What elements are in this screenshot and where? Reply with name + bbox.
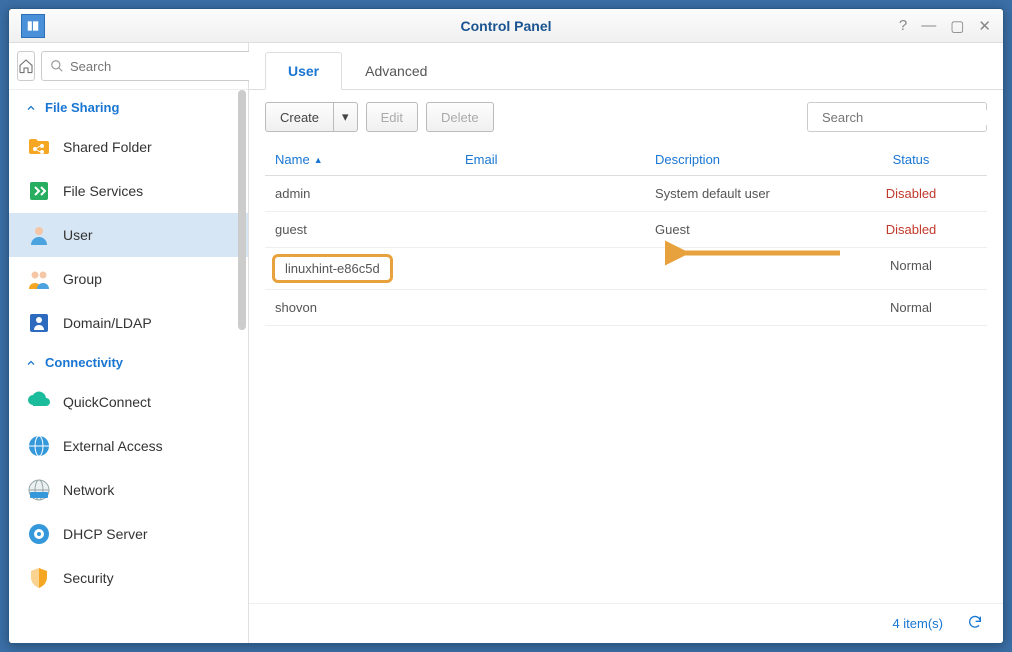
sidebar-item-shared-folder[interactable]: Shared Folder (9, 125, 248, 169)
sidebar-scrollbar[interactable] (238, 90, 246, 643)
sort-asc-icon: ▲ (314, 155, 323, 165)
table-body: adminSystem default userDisabledguestGue… (265, 176, 987, 326)
table-header: Name▲ Email Description Status (265, 144, 987, 176)
toolbar: Create ▾ Edit Delete (249, 90, 1003, 144)
sidebar-item-label: File Services (63, 183, 143, 199)
window-body: File Sharing Shared Folder File Services… (9, 43, 1003, 643)
tabs: User Advanced (249, 43, 1003, 90)
col-status[interactable]: Status (835, 144, 987, 175)
sidebar-toolbar (9, 43, 248, 90)
sidebar-search[interactable] (41, 51, 255, 81)
cell-email (455, 254, 645, 283)
network-icon (27, 478, 51, 502)
shield-icon (27, 566, 51, 590)
help-button[interactable]: ? (899, 17, 907, 35)
chevron-up-icon (25, 357, 37, 369)
user-icon (27, 223, 51, 247)
delete-button[interactable]: Delete (426, 102, 494, 132)
table-row[interactable]: guestGuestDisabled (265, 212, 987, 248)
table-search[interactable] (807, 102, 987, 132)
window-controls: ? — ▢ ✕ (899, 17, 991, 35)
section-file-sharing[interactable]: File Sharing (9, 90, 248, 125)
folder-share-icon (27, 135, 51, 159)
minimize-button[interactable]: — (921, 17, 936, 35)
sidebar-item-dhcp-server[interactable]: DHCP Server (9, 512, 248, 556)
refresh-button[interactable] (967, 614, 983, 633)
sidebar-item-label: Group (63, 271, 102, 287)
sidebar-item-label: Network (63, 482, 114, 498)
col-email[interactable]: Email (455, 144, 645, 175)
sidebar-item-label: Domain/LDAP (63, 315, 152, 331)
highlight-arrow (665, 238, 845, 268)
section-label: File Sharing (45, 100, 119, 115)
create-dropdown-caret[interactable]: ▾ (333, 103, 357, 131)
group-icon (27, 267, 51, 291)
item-count: 4 item(s) (892, 616, 943, 631)
cell-email (455, 218, 645, 241)
cell-name: admin (265, 182, 455, 205)
search-icon (50, 59, 64, 73)
tab-advanced[interactable]: Advanced (342, 52, 450, 90)
sidebar-item-label: QuickConnect (63, 394, 151, 410)
dhcp-server-icon (27, 522, 51, 546)
quickconnect-icon (27, 390, 51, 414)
sidebar-item-group[interactable]: Group (9, 257, 248, 301)
table-search-input[interactable] (822, 110, 998, 125)
table-row[interactable]: linuxhint-e86c5d Normal (265, 248, 987, 290)
close-button[interactable]: ✕ (978, 17, 991, 35)
cell-name: guest (265, 218, 455, 241)
col-description[interactable]: Description (645, 144, 835, 175)
domain-ldap-icon (27, 311, 51, 335)
maximize-button[interactable]: ▢ (950, 17, 964, 35)
user-table: Name▲ Email Description Status admin Syst… (249, 144, 1003, 603)
table-row[interactable]: admin System default userDisabled (265, 176, 987, 212)
sidebar-search-input[interactable] (70, 59, 246, 74)
sidebar-item-security[interactable]: Security (9, 556, 248, 600)
sidebar-item-user[interactable]: User (9, 213, 248, 257)
sidebar-item-network[interactable]: Network (9, 468, 248, 512)
col-name[interactable]: Name▲ (265, 144, 455, 175)
footer: 4 item(s) (249, 603, 1003, 643)
cell-status: Normal (835, 296, 987, 319)
cell-name: shovon (265, 296, 455, 319)
sidebar-item-external-access[interactable]: External Access (9, 424, 248, 468)
create-button-label: Create (266, 103, 333, 131)
external-access-icon (27, 434, 51, 458)
app-icon (21, 14, 45, 38)
create-button[interactable]: Create ▾ (265, 102, 358, 132)
cell-status: Disabled (835, 182, 987, 205)
cell-description: System default user (645, 182, 835, 205)
table-row[interactable]: shovon Normal (265, 290, 987, 326)
chevron-up-icon (25, 102, 37, 114)
cell-email (455, 296, 645, 319)
sidebar-item-label: DHCP Server (63, 526, 148, 542)
sidebar-item-quickconnect[interactable]: QuickConnect (9, 380, 248, 424)
cell-status: Disabled (835, 218, 987, 241)
tab-user[interactable]: User (265, 52, 342, 90)
cell-description (645, 296, 835, 319)
sidebar-list: File Sharing Shared Folder File Services… (9, 90, 248, 643)
window-title: Control Panel (460, 18, 551, 34)
highlighted-user: linuxhint-e86c5d (272, 254, 393, 283)
cell-name: linuxhint-e86c5d (265, 254, 455, 283)
cell-email (455, 182, 645, 205)
edit-button[interactable]: Edit (366, 102, 418, 132)
sidebar-item-label: User (63, 227, 93, 243)
control-panel-window: Control Panel ? — ▢ ✕ File Sharing (8, 8, 1004, 644)
section-label: Connectivity (45, 355, 123, 370)
sidebar-item-domain-ldap[interactable]: Domain/LDAP (9, 301, 248, 345)
sidebar-item-label: Shared Folder (63, 139, 152, 155)
titlebar: Control Panel ? — ▢ ✕ (9, 9, 1003, 43)
section-connectivity[interactable]: Connectivity (9, 345, 248, 380)
file-services-icon (27, 179, 51, 203)
main-panel: User Advanced Create ▾ Edit Delete Name▲ (249, 43, 1003, 643)
home-button[interactable] (17, 51, 35, 81)
sidebar-item-label: Security (63, 570, 114, 586)
sidebar: File Sharing Shared Folder File Services… (9, 43, 249, 643)
cell-status: Normal (835, 254, 987, 283)
sidebar-item-label: External Access (63, 438, 163, 454)
sidebar-item-file-services[interactable]: File Services (9, 169, 248, 213)
